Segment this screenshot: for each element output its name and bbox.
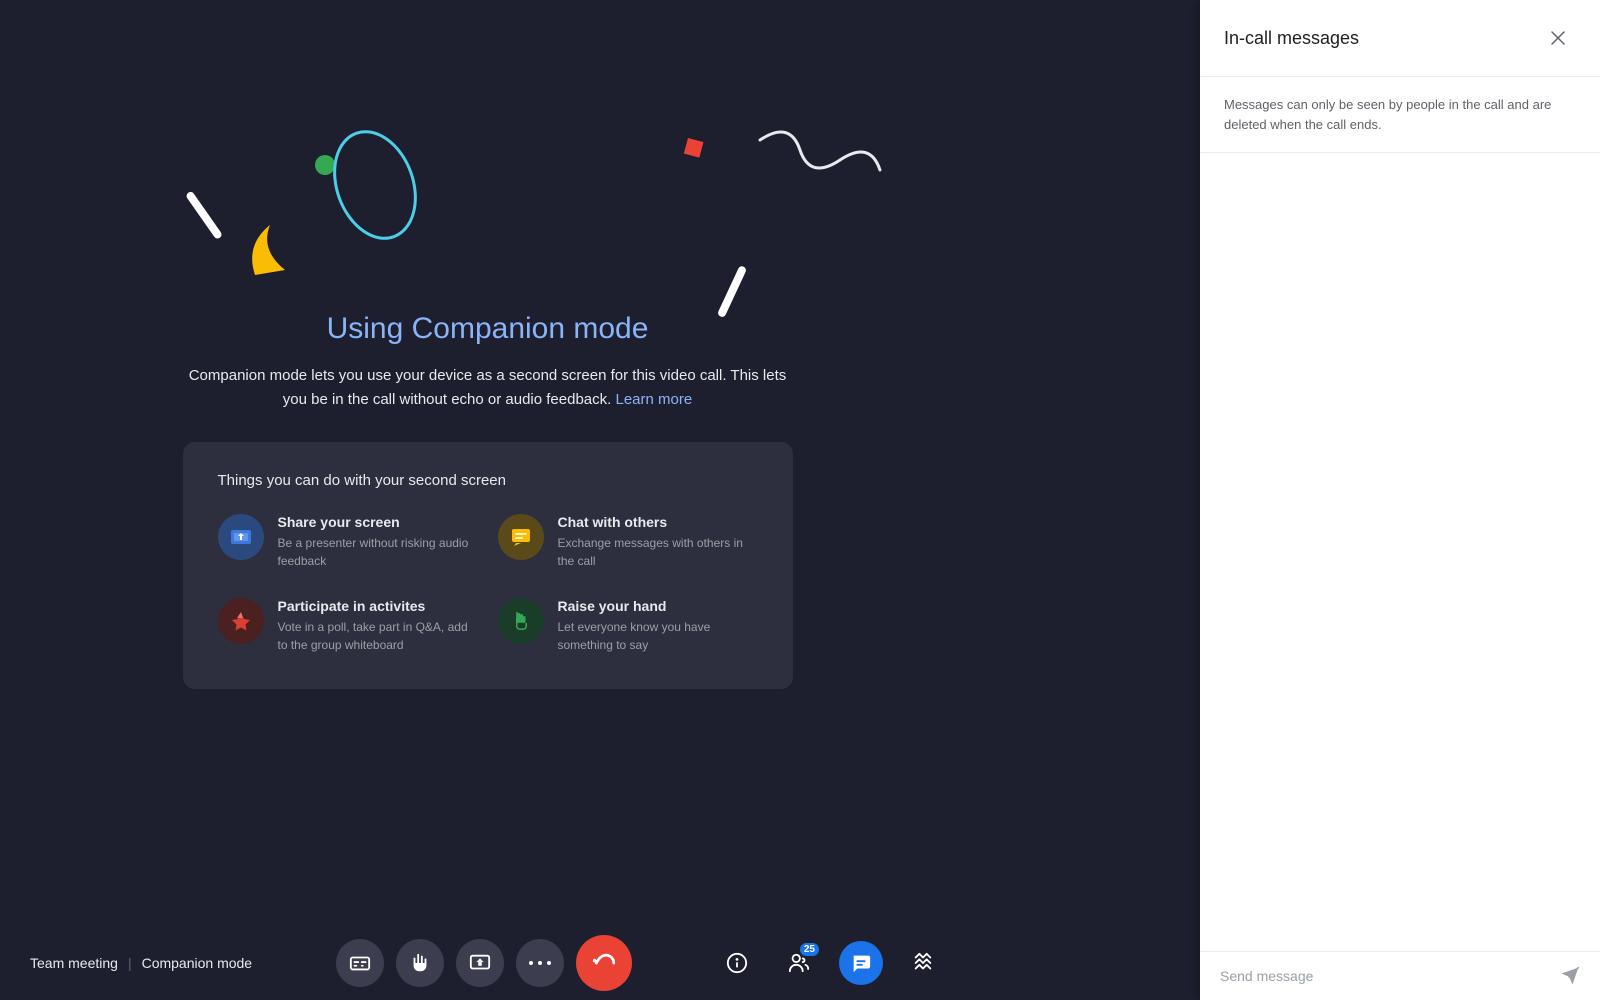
panel-messages: [1200, 153, 1600, 951]
chat-text: Chat with others Exchange messages with …: [558, 514, 758, 570]
bottom-controls: [336, 935, 632, 991]
share-screen-title: Share your screen: [278, 514, 478, 530]
bottom-bar: Team meeting | Companion mode: [0, 925, 975, 1000]
info-icon: [726, 952, 748, 974]
companion-mode-card: Using Companion mode Companion mode lets…: [183, 312, 793, 412]
panel-title: In-call messages: [1224, 28, 1359, 49]
close-panel-button[interactable]: [1540, 20, 1576, 56]
people-count-badge: 25: [800, 943, 819, 956]
main-area: Using Companion mode Companion mode lets…: [0, 0, 975, 1000]
panel-notice: Messages can only be seen by people in t…: [1200, 77, 1600, 153]
more-options-icon: [529, 961, 551, 965]
second-screen-card: Things you can do with your second scree…: [183, 442, 793, 689]
share-screen-button[interactable]: [456, 939, 504, 987]
activities-button[interactable]: [901, 941, 945, 985]
feature-chat: Chat with others Exchange messages with …: [498, 514, 758, 570]
panel-input-area: [1200, 951, 1600, 1000]
meeting-info: Team meeting | Companion mode: [30, 955, 252, 971]
info-button[interactable]: [715, 941, 759, 985]
raise-hand-ctrl-icon: [409, 952, 431, 974]
more-options-button[interactable]: [516, 939, 564, 987]
chat-title: Chat with others: [558, 514, 758, 530]
raise-hand-icon: [498, 598, 544, 644]
bottom-right-controls: 25: [715, 941, 945, 985]
chat-icon: [498, 514, 544, 560]
end-call-icon: [591, 950, 617, 976]
companion-title: Using Companion mode: [183, 312, 793, 346]
meeting-divider: |: [128, 955, 132, 971]
companion-description: Companion mode lets you use your device …: [183, 364, 793, 412]
share-screen-ctrl-icon: [469, 952, 491, 974]
activities-title: Participate in activites: [278, 598, 478, 614]
panel-header: In-call messages: [1200, 0, 1600, 77]
raise-hand-desc: Let everyone know you have something to …: [558, 618, 758, 654]
raise-hand-button[interactable]: [396, 939, 444, 987]
share-screen-icon: [218, 514, 264, 560]
message-input[interactable]: [1220, 968, 1550, 984]
meeting-name: Team meeting: [30, 955, 118, 971]
panel: In-call messages Messages can only be se…: [1200, 0, 1600, 1000]
people-button[interactable]: 25: [777, 941, 821, 985]
send-icon: [1560, 966, 1580, 986]
activities-text: Participate in activites Vote in a poll,…: [278, 598, 478, 654]
captions-icon: [349, 952, 371, 974]
activities-ctrl-icon: [912, 952, 934, 974]
chat-ctrl-icon: [850, 952, 872, 974]
learn-more-link[interactable]: Learn more: [616, 391, 693, 408]
feature-raise-hand: Raise your hand Let everyone know you ha…: [498, 598, 758, 654]
activities-icon: [218, 598, 264, 644]
second-screen-title: Things you can do with your second scree…: [218, 472, 758, 489]
feature-activities: Participate in activites Vote in a poll,…: [218, 598, 478, 654]
feature-share-screen: Share your screen Be a presenter without…: [218, 514, 478, 570]
activities-desc: Vote in a poll, take part in Q&A, add to…: [278, 618, 478, 654]
close-icon: [1549, 29, 1567, 47]
chat-button[interactable]: [839, 941, 883, 985]
captions-button[interactable]: [336, 939, 384, 987]
end-call-button[interactable]: [576, 935, 632, 991]
features-grid: Share your screen Be a presenter without…: [218, 514, 758, 654]
raise-hand-text: Raise your hand Let everyone know you ha…: [558, 598, 758, 654]
share-screen-desc: Be a presenter without risking audio fee…: [278, 534, 478, 570]
share-screen-text: Share your screen Be a presenter without…: [278, 514, 478, 570]
chat-desc: Exchange messages with others in the cal…: [558, 534, 758, 570]
raise-hand-title: Raise your hand: [558, 598, 758, 614]
meeting-mode: Companion mode: [142, 955, 253, 971]
send-message-button[interactable]: [1560, 966, 1580, 986]
